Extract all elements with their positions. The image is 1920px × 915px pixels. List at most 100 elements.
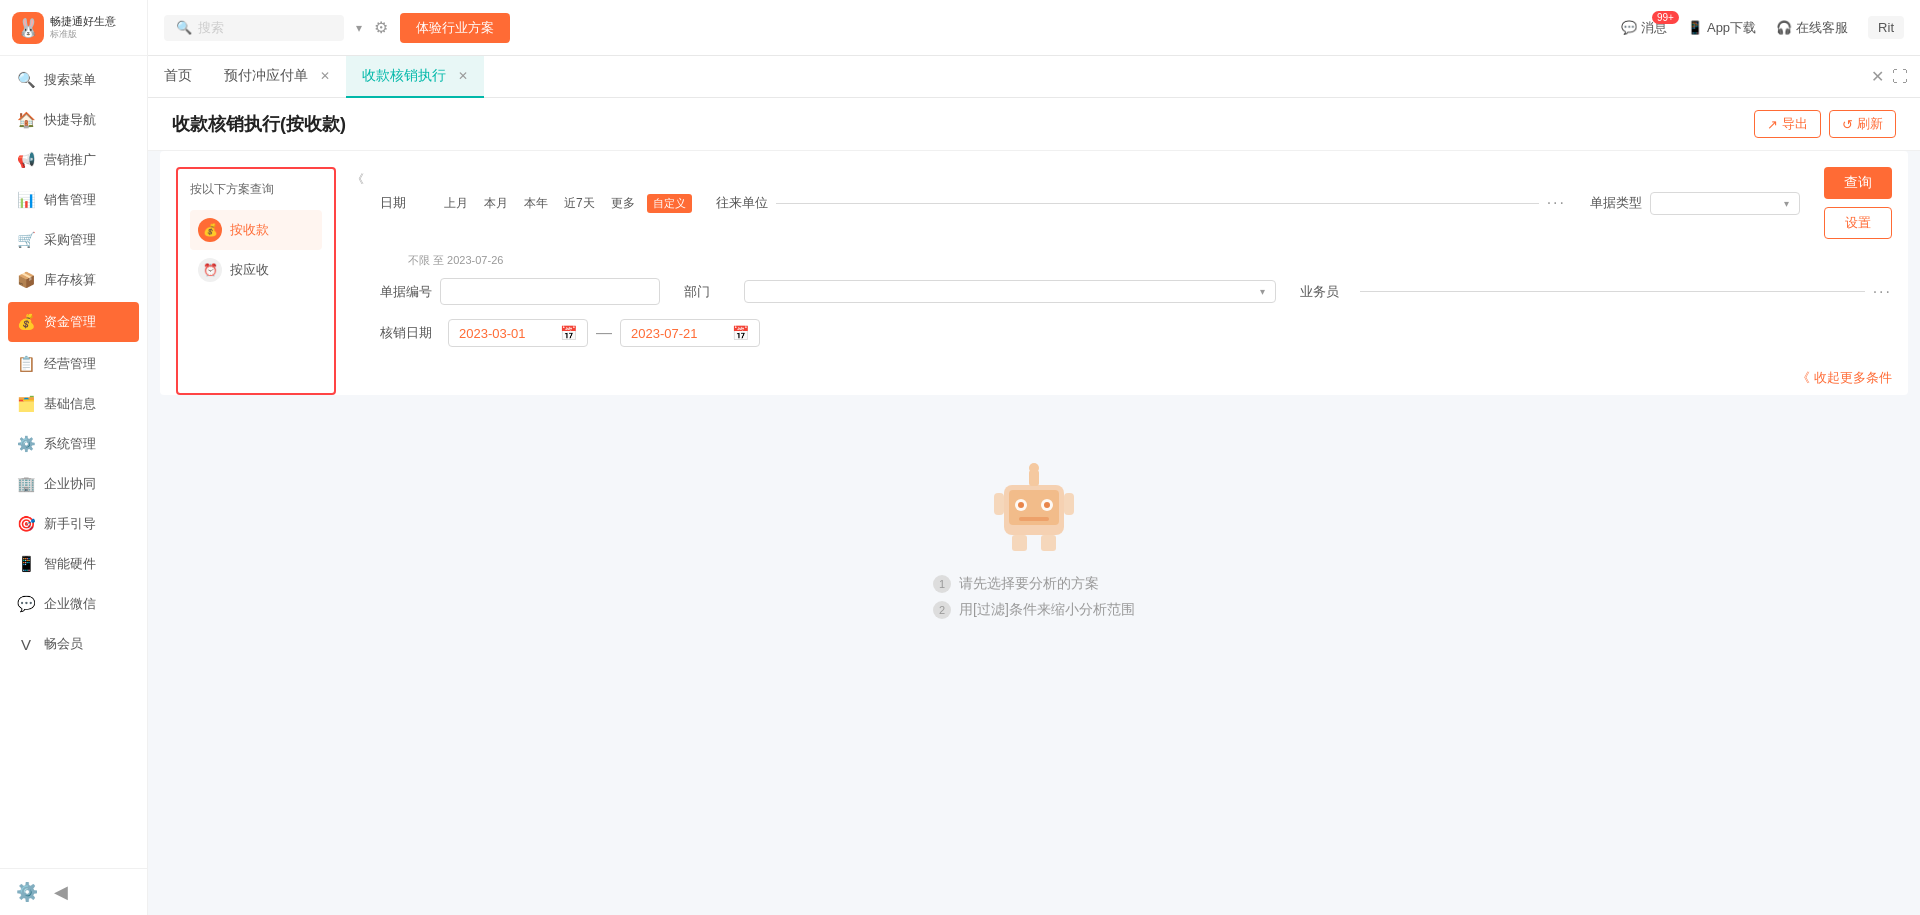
doctype-filter-group: 单据类型 ▾ (1590, 192, 1800, 215)
business-icon: 📋 (16, 354, 36, 374)
app-download-button[interactable]: 📱 App下载 (1687, 19, 1756, 37)
svg-point-8 (1029, 463, 1039, 473)
refresh-icon: ↺ (1842, 117, 1853, 132)
basic-icon: 🗂️ (16, 394, 36, 414)
maximize-icon[interactable]: ⛶ (1892, 68, 1908, 86)
verify-date-end-input[interactable]: 2023-07-21 📅 (620, 319, 760, 347)
partner-more-icon[interactable]: ··· (1547, 194, 1566, 212)
docno-filter-group: 单据编号 (380, 278, 660, 305)
date-btn-this-year[interactable]: 本年 (520, 193, 552, 214)
empty-tips: 1 请先选择要分析的方案 2 用[过滤]条件来缩小分析范围 (933, 575, 1135, 619)
dept-filter-group: 部门 ▾ (684, 280, 1276, 303)
sidebar-item-wechat[interactable]: 💬 企业微信 (0, 584, 147, 624)
online-service-button[interactable]: 🎧 在线客服 (1776, 19, 1848, 37)
svg-rect-9 (994, 493, 1004, 515)
sidebar-item-label: 快捷导航 (44, 111, 96, 129)
export-button[interactable]: ↗ 导出 (1754, 110, 1821, 138)
sidebar-item-search[interactable]: 🔍 搜索菜单 (0, 60, 147, 100)
tab-receipt-exec-close[interactable]: ✕ (458, 69, 468, 83)
doctype-chevron: ▾ (1784, 198, 1789, 209)
sidebar-item-inventory[interactable]: 📦 库存核算 (0, 260, 147, 300)
tip-num-2: 2 (933, 601, 951, 619)
sidebar-item-member[interactable]: V 畅会员 (0, 624, 147, 664)
sidebar-item-label: 畅会员 (44, 635, 83, 653)
sidebar-item-label: 营销推广 (44, 151, 96, 169)
content-area: 收款核销执行(按收款) ↗ 导出 ↺ 刷新 按以下方案查询 💰 (148, 98, 1920, 915)
tab-receipt-exec[interactable]: 收款核销执行 ✕ (346, 56, 484, 98)
date-hint: 不限 至 2023-07-26 (408, 253, 1892, 268)
service-label: 在线客服 (1796, 19, 1848, 37)
logo-text: 畅捷通好生意 (50, 14, 116, 28)
member-icon: V (16, 634, 36, 654)
collapse-sidebar-icon[interactable]: ◀ (54, 881, 68, 903)
filter-option-by-receivable[interactable]: ⏰ 按应收 (190, 250, 322, 290)
sidebar-item-purchase[interactable]: 🛒 采购管理 (0, 220, 147, 260)
sidebar-item-guide[interactable]: 🎯 新手引导 (0, 504, 147, 544)
tab-prepay-label: 预付冲应付单 (224, 67, 308, 85)
sidebar-logo: 🐰 畅捷通好生意 标准版 (0, 0, 147, 56)
username-label: Rit (1878, 20, 1894, 35)
sidebar-item-basic[interactable]: 🗂️ 基础信息 (0, 384, 147, 424)
sidebar-item-label: 企业协同 (44, 475, 96, 493)
tab-prepay-close[interactable]: ✕ (320, 69, 330, 83)
refresh-button[interactable]: ↺ 刷新 (1829, 110, 1896, 138)
tab-prepay[interactable]: 预付冲应付单 ✕ (208, 56, 346, 98)
sidebar-item-marketing[interactable]: 📢 营销推广 (0, 140, 147, 180)
date-separator: — (596, 324, 612, 342)
topbar-search[interactable]: 🔍 搜索 (164, 15, 344, 41)
collapse-more-button[interactable]: 《 收起更多条件 (380, 361, 1892, 395)
docno-input[interactable] (440, 278, 660, 305)
sidebar-item-label: 搜索菜单 (44, 71, 96, 89)
filter-option-by-receipt[interactable]: 💰 按收款 (190, 210, 322, 250)
user-info[interactable]: Rit (1868, 16, 1904, 39)
date-btn-this-month[interactable]: 本月 (480, 193, 512, 214)
date-btn-7days[interactable]: 近7天 (560, 193, 599, 214)
settings-footer-icon[interactable]: ⚙️ (16, 881, 38, 903)
query-button[interactable]: 查询 (1824, 167, 1892, 199)
purchase-icon: 🛒 (16, 230, 36, 250)
sidebar-item-hardware[interactable]: 📱 智能硬件 (0, 544, 147, 584)
doctype-select[interactable]: ▾ (1650, 192, 1800, 215)
close-window-icon[interactable]: ✕ (1871, 67, 1884, 86)
partner-label: 往来单位 (716, 194, 768, 212)
logo-icon: 🐰 (12, 12, 44, 44)
filter-left-panel: 按以下方案查询 💰 按收款 ⏰ 按应收 (176, 167, 336, 395)
date-custom-badge[interactable]: 自定义 (647, 194, 692, 213)
dept-label: 部门 (684, 283, 736, 301)
dept-select[interactable]: ▾ (744, 280, 1276, 303)
tab-home[interactable]: 首页 (148, 56, 208, 98)
sidebar-item-business[interactable]: 📋 经营管理 (0, 344, 147, 384)
empty-state: 1 请先选择要分析的方案 2 用[过滤]条件来缩小分析范围 (148, 395, 1920, 679)
collapse-chevron-icon: 《 (1797, 369, 1810, 387)
sidebar-item-enterprise[interactable]: 🏢 企业协同 (0, 464, 147, 504)
sidebar-item-system[interactable]: ⚙️ 系统管理 (0, 424, 147, 464)
sidebar-item-finance[interactable]: 💰 资金管理 (8, 302, 139, 342)
sidebar-item-sales[interactable]: 📊 销售管理 (0, 180, 147, 220)
topbar: 🔍 搜索 ▾ ⚙ 体验行业方案 💬 消息 99+ 📱 App下载 🎧 在线客服 … (148, 0, 1920, 56)
message-button[interactable]: 💬 消息 99+ (1621, 19, 1667, 37)
sidebar-item-quick-nav[interactable]: 🏠 快捷导航 (0, 100, 147, 140)
collapse-panel-button[interactable]: 《 (348, 167, 368, 395)
empty-tip-1: 1 请先选择要分析的方案 (933, 575, 1099, 593)
filter-row2: 单据编号 部门 ▾ 业务员 (380, 278, 1892, 305)
staff-more-icon[interactable]: ··· (1873, 283, 1892, 301)
topbar-dropdown-icon[interactable]: ▾ (356, 21, 362, 35)
sidebar: 🐰 畅捷通好生意 标准版 🔍 搜索菜单 🏠 快捷导航 📢 营销推广 📊 销售管理… (0, 0, 148, 915)
sidebar-item-label: 销售管理 (44, 191, 96, 209)
system-icon: ⚙️ (16, 434, 36, 454)
message-icon: 💬 (1621, 20, 1637, 35)
sidebar-item-label: 资金管理 (44, 313, 96, 331)
sidebar-item-label: 新手引导 (44, 515, 96, 533)
settings-button[interactable]: 设置 (1824, 207, 1892, 239)
calendar-start-icon: 📅 (560, 325, 577, 341)
date-btn-last-month[interactable]: 上月 (440, 193, 472, 214)
date-btn-more[interactable]: 更多 (607, 193, 639, 214)
verify-date-end-value: 2023-07-21 (631, 326, 698, 341)
solution-button[interactable]: 体验行业方案 (400, 13, 510, 43)
home-icon: 🏠 (16, 110, 36, 130)
sidebar-item-label: 企业微信 (44, 595, 96, 613)
verify-date-start-input[interactable]: 2023-03-01 📅 (448, 319, 588, 347)
empty-illustration (974, 455, 1094, 555)
empty-tip-1-text: 请先选择要分析的方案 (959, 575, 1099, 593)
topbar-gear-icon[interactable]: ⚙ (374, 18, 388, 37)
